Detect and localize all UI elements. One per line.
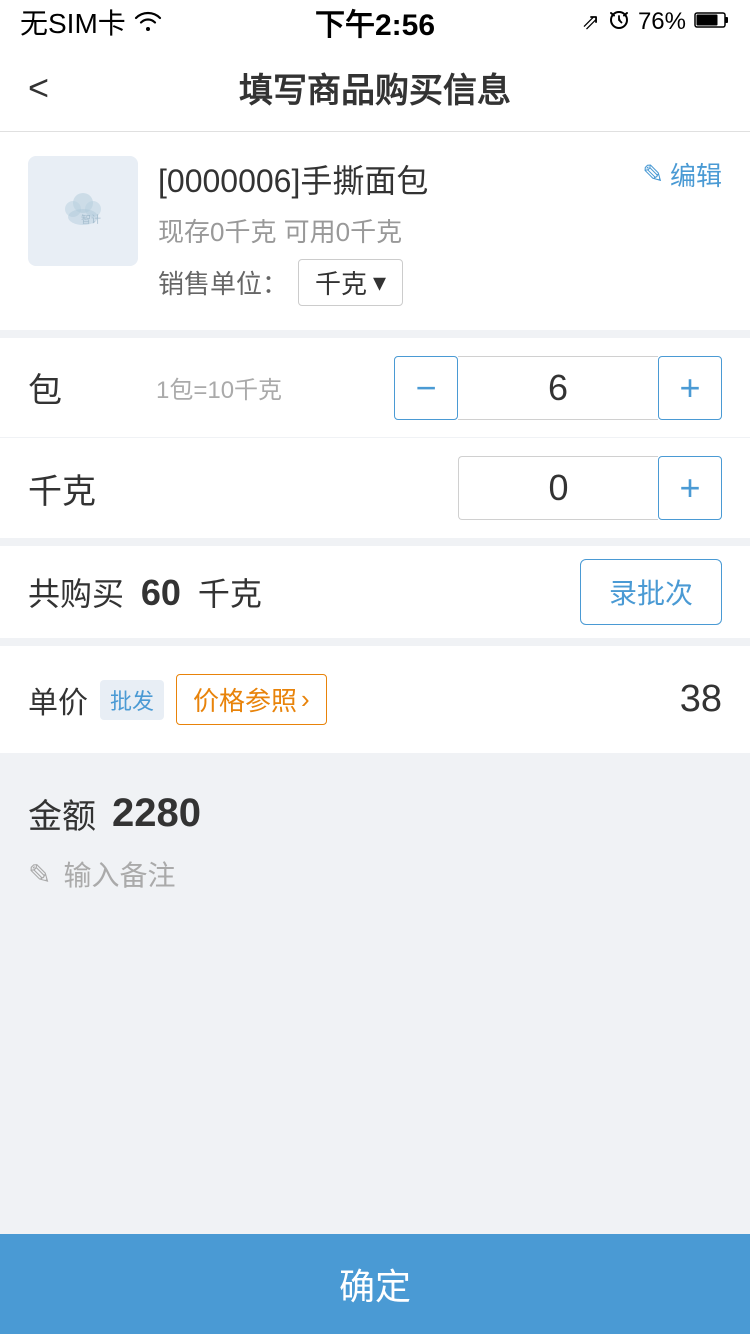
product-card: 智计 [0000006]手撕面包 ✎ 编辑 现存0千克 可用0千克 销售单位： … xyxy=(0,132,750,338)
price-ref-button[interactable]: 价格参照 › xyxy=(176,674,327,725)
bao-row: 包 1包=10千克 − + xyxy=(0,338,750,438)
bao-controls: − + xyxy=(394,356,722,420)
nav-bar: < 填写商品购买信息 xyxy=(0,44,750,132)
price-ref-arrow: › xyxy=(301,684,310,715)
price-left: 单价 批发 价格参照 › xyxy=(28,674,327,725)
bao-sublabel: 1包=10千克 xyxy=(156,370,282,405)
total-label: 共购买 xyxy=(28,576,124,612)
edit-label: 编辑 xyxy=(670,156,722,193)
batch-button[interactable]: 录批次 xyxy=(580,559,722,625)
unit-value: 千克 xyxy=(315,264,367,301)
product-stock: 现存0千克 可用0千克 xyxy=(158,212,722,249)
product-unit-row: 销售单位： 千克 ▾ xyxy=(158,259,722,306)
kg-input[interactable] xyxy=(458,456,658,520)
total-qty: 60 xyxy=(141,572,181,613)
status-left: 无SIM卡 xyxy=(20,2,162,42)
price-label: 单价 xyxy=(28,678,88,722)
status-bar: 无SIM卡 下午2:56 ⇗ 76% xyxy=(0,0,750,44)
status-right: ⇗ 76% xyxy=(582,8,730,37)
input-section: 包 1包=10千克 − + 千克 + xyxy=(0,338,750,546)
price-value: 38 xyxy=(680,678,722,721)
kg-label: 千克 xyxy=(28,464,148,513)
confirm-button[interactable]: 确定 xyxy=(0,1234,750,1334)
bao-label: 包 xyxy=(28,363,148,412)
bao-minus-button[interactable]: − xyxy=(394,356,458,420)
wifi-icon xyxy=(134,6,162,38)
page-title: 填写商品购买信息 xyxy=(239,63,511,112)
price-row: 单价 批发 价格参照 › 38 xyxy=(28,674,722,725)
carrier-text: 无SIM卡 xyxy=(20,2,126,42)
alarm-icon xyxy=(608,8,630,37)
total-unit: 千克 xyxy=(198,576,262,612)
edit-button[interactable]: ✎ 编辑 xyxy=(642,156,722,193)
product-thumbnail: 智计 xyxy=(28,156,138,266)
bao-plus-button[interactable]: + xyxy=(658,356,722,420)
battery-icon xyxy=(694,8,730,36)
bao-input[interactable] xyxy=(458,356,658,420)
amount-section: 金额 2280 ✎ 输入备注 xyxy=(0,761,750,894)
remark-pencil-icon: ✎ xyxy=(28,858,51,891)
price-ref-label: 价格参照 xyxy=(193,681,297,718)
status-time: 下午2:56 xyxy=(315,0,435,44)
dropdown-icon: ▾ xyxy=(373,267,386,298)
amount-value: 2280 xyxy=(112,791,201,836)
kg-controls: + xyxy=(458,456,722,520)
product-info: [0000006]手撕面包 ✎ 编辑 现存0千克 可用0千克 销售单位： 千克 … xyxy=(158,156,722,306)
edit-icon: ✎ xyxy=(642,159,664,190)
price-tag: 批发 xyxy=(100,680,164,720)
amount-row: 金额 2280 xyxy=(28,789,722,838)
svg-text:智计: 智计 xyxy=(81,213,101,226)
kg-row: 千克 + xyxy=(0,438,750,538)
unit-select[interactable]: 千克 ▾ xyxy=(298,259,403,306)
remark-text: 输入备注 xyxy=(63,854,175,894)
battery-text: 76% xyxy=(638,8,686,36)
product-name: [0000006]手撕面包 xyxy=(158,156,428,202)
price-section: 单价 批发 价格参照 › 38 xyxy=(0,646,750,761)
total-text: 共购买 60 千克 xyxy=(28,569,262,615)
location-icon: ⇗ xyxy=(582,9,600,35)
kg-plus-button[interactable]: + xyxy=(658,456,722,520)
unit-label: 销售单位： xyxy=(158,264,288,301)
amount-label: 金额 xyxy=(28,789,96,838)
total-row: 共购买 60 千克 录批次 xyxy=(0,546,750,646)
remark-row[interactable]: ✎ 输入备注 xyxy=(28,854,722,894)
back-button[interactable]: < xyxy=(28,67,49,109)
